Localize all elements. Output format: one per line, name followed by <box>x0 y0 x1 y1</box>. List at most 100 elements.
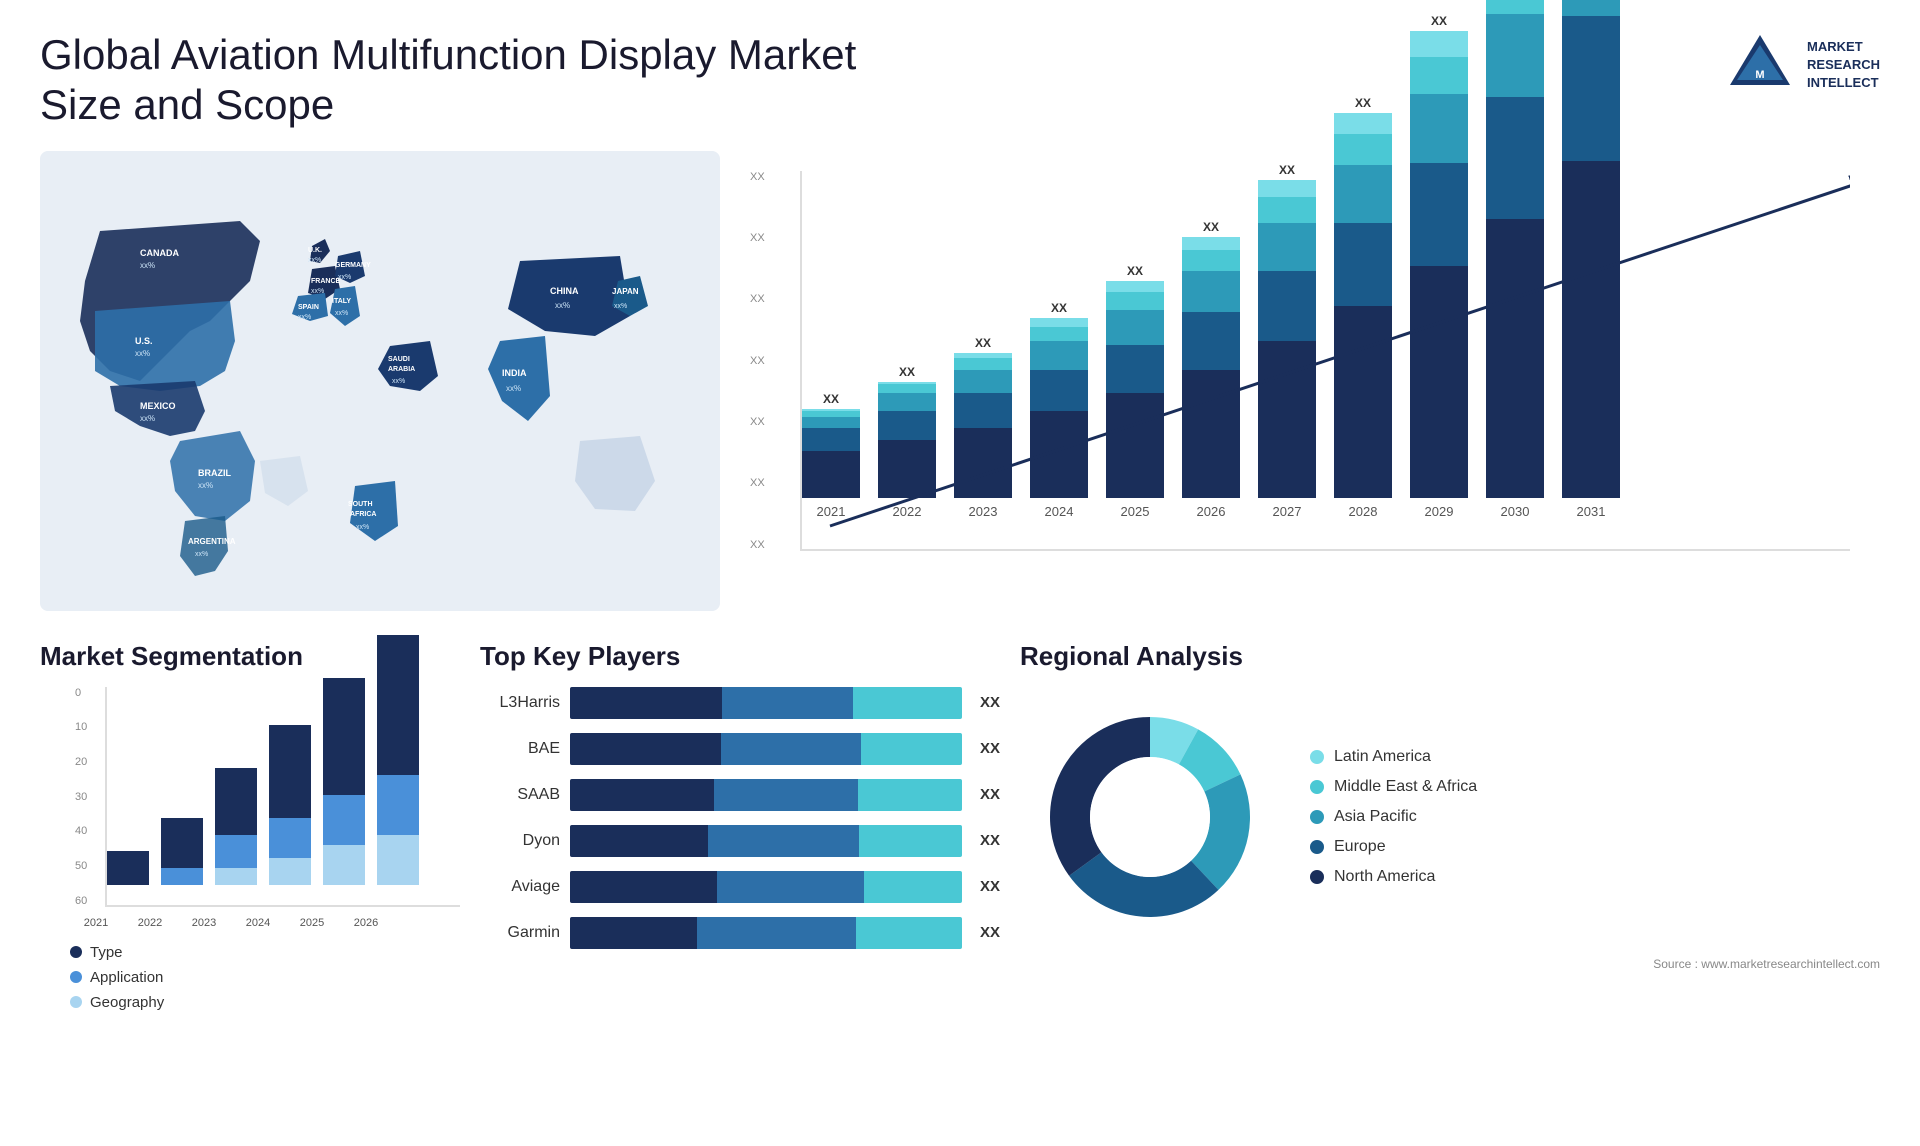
svg-text:xx%: xx% <box>338 274 351 281</box>
legend-label: Europe <box>1334 838 1386 856</box>
bar-value: XX <box>1203 220 1219 234</box>
seg-year: 2026 <box>345 917 387 929</box>
bar-segment <box>1334 134 1392 164</box>
bar-stack <box>1030 318 1088 498</box>
bar-segment <box>1258 197 1316 223</box>
bar-segment <box>1030 411 1088 498</box>
player-bar <box>570 733 962 765</box>
bar-segment <box>878 393 936 410</box>
svg-text:xx%: xx% <box>506 384 521 393</box>
svg-text:xx%: xx% <box>298 314 311 321</box>
svg-text:BRAZIL: BRAZIL <box>198 468 231 478</box>
player-bar-wrap <box>570 871 962 903</box>
bar-segment <box>1486 219 1544 498</box>
players: Top Key Players L3HarrisXXBAEXXSAABXXDyo… <box>480 641 1000 971</box>
bar-segment <box>1410 57 1468 94</box>
main-chart: XXXXXXXXXXXXXX XX2021XX2022XX2023XX2024X… <box>800 171 1850 591</box>
seg-year: 2023 <box>183 917 225 929</box>
seg-type <box>107 851 149 884</box>
regional-title: Regional Analysis <box>1020 641 1880 672</box>
bar-stack <box>1486 0 1544 498</box>
regional-legend-item: North America <box>1310 868 1477 886</box>
player-name: SAAB <box>480 786 560 804</box>
bar-segment <box>1258 223 1316 272</box>
seg-type <box>269 725 311 818</box>
bar-value: XX <box>1431 14 1447 28</box>
regional-legend-item: Latin America <box>1310 748 1477 766</box>
bottom-section: Market Segmentation 6050403020100 202120… <box>40 641 1880 971</box>
player-value: XX <box>980 924 1000 941</box>
chart-bars: XX2021XX2022XX2023XX2024XX2025XX2026XX20… <box>800 171 1850 551</box>
player-row: BAEXX <box>480 733 1000 765</box>
donut-chart <box>1020 687 1280 947</box>
seg-legend: Type Application Geography <box>70 944 460 1011</box>
bar-year: 2024 <box>1045 504 1074 519</box>
seg-bar-group <box>323 678 365 885</box>
bar-segment <box>1182 250 1240 271</box>
legend-label: Type <box>90 944 123 961</box>
bar-segment <box>1486 0 1544 14</box>
bar-group: XX2027 <box>1258 163 1316 519</box>
svg-text:xx%: xx% <box>140 414 155 423</box>
bar-stack <box>1106 281 1164 498</box>
bar-group: XX2026 <box>1182 220 1240 519</box>
player-name: Dyon <box>480 832 560 850</box>
bar-segment <box>802 451 860 497</box>
svg-text:SPAIN: SPAIN <box>298 304 319 311</box>
player-bar-seg <box>570 825 708 857</box>
regional-legend: Latin AmericaMiddle East & AfricaAsia Pa… <box>1310 748 1477 886</box>
svg-text:JAPAN: JAPAN <box>612 287 639 296</box>
bar-segment <box>1562 16 1620 161</box>
regional-legend-item: Europe <box>1310 838 1477 856</box>
bar-stack <box>802 409 860 498</box>
legend-label: Geography <box>90 994 164 1011</box>
player-bar-seg <box>570 871 717 903</box>
bar-segment <box>1410 94 1468 164</box>
svg-text:xx%: xx% <box>308 257 321 264</box>
svg-text:CHINA: CHINA <box>550 286 579 296</box>
seg-geography <box>323 845 365 885</box>
bar-segment <box>1106 310 1164 345</box>
logo-area: M MARKET RESEARCH INTELLECT <box>1725 30 1880 100</box>
player-bar-seg <box>714 779 858 811</box>
player-bar-wrap <box>570 917 962 949</box>
player-name: Garmin <box>480 924 560 942</box>
seg-geography <box>377 835 419 885</box>
player-bar-seg <box>853 687 962 719</box>
seg-legend-item: Type <box>70 944 460 961</box>
player-value: XX <box>980 694 1000 711</box>
legend-label: Application <box>90 969 163 986</box>
bar-segment <box>1182 271 1240 312</box>
bar-segment <box>1334 113 1392 134</box>
seg-bar-group <box>269 725 311 885</box>
player-bar-seg <box>858 779 962 811</box>
bar-value: XX <box>975 336 991 350</box>
bar-segment <box>1030 318 1088 327</box>
player-bar-seg <box>721 733 862 765</box>
bar-segment <box>1334 165 1392 223</box>
players-bars: L3HarrisXX BAEXX SAAB XX Dyon XX Aviage XX Garmi… <box>480 687 1000 949</box>
legend-label: North America <box>1334 868 1435 886</box>
legend-dot <box>70 946 82 958</box>
bar-segment <box>1334 223 1392 307</box>
bar-segment <box>1410 31 1468 57</box>
bar-stack <box>1410 31 1468 498</box>
seg-legend-item: Geography <box>70 994 460 1011</box>
player-bar <box>570 917 962 949</box>
bar-year: 2021 <box>817 504 846 519</box>
seg-geography <box>215 868 257 885</box>
bar-group: XX2024 <box>1030 301 1088 519</box>
bar-segment <box>1106 292 1164 309</box>
bar-year: 2027 <box>1273 504 1302 519</box>
bar-value: XX <box>1355 96 1371 110</box>
svg-text:xx%: xx% <box>135 349 150 358</box>
bar-segment <box>1258 341 1316 498</box>
donut-center <box>1090 757 1210 877</box>
bar-year: 2030 <box>1501 504 1530 519</box>
world-map: CANADA xx% U.S. xx% MEXICO xx% BRAZIL xx… <box>40 151 720 611</box>
player-row: L3HarrisXX <box>480 687 1000 719</box>
bar-chart-container: XXXXXXXXXXXXXX XX2021XX2022XX2023XX2024X… <box>740 151 1880 611</box>
player-name: Aviage <box>480 878 560 896</box>
seg-bar-group <box>215 768 257 885</box>
player-value: XX <box>980 832 1000 849</box>
